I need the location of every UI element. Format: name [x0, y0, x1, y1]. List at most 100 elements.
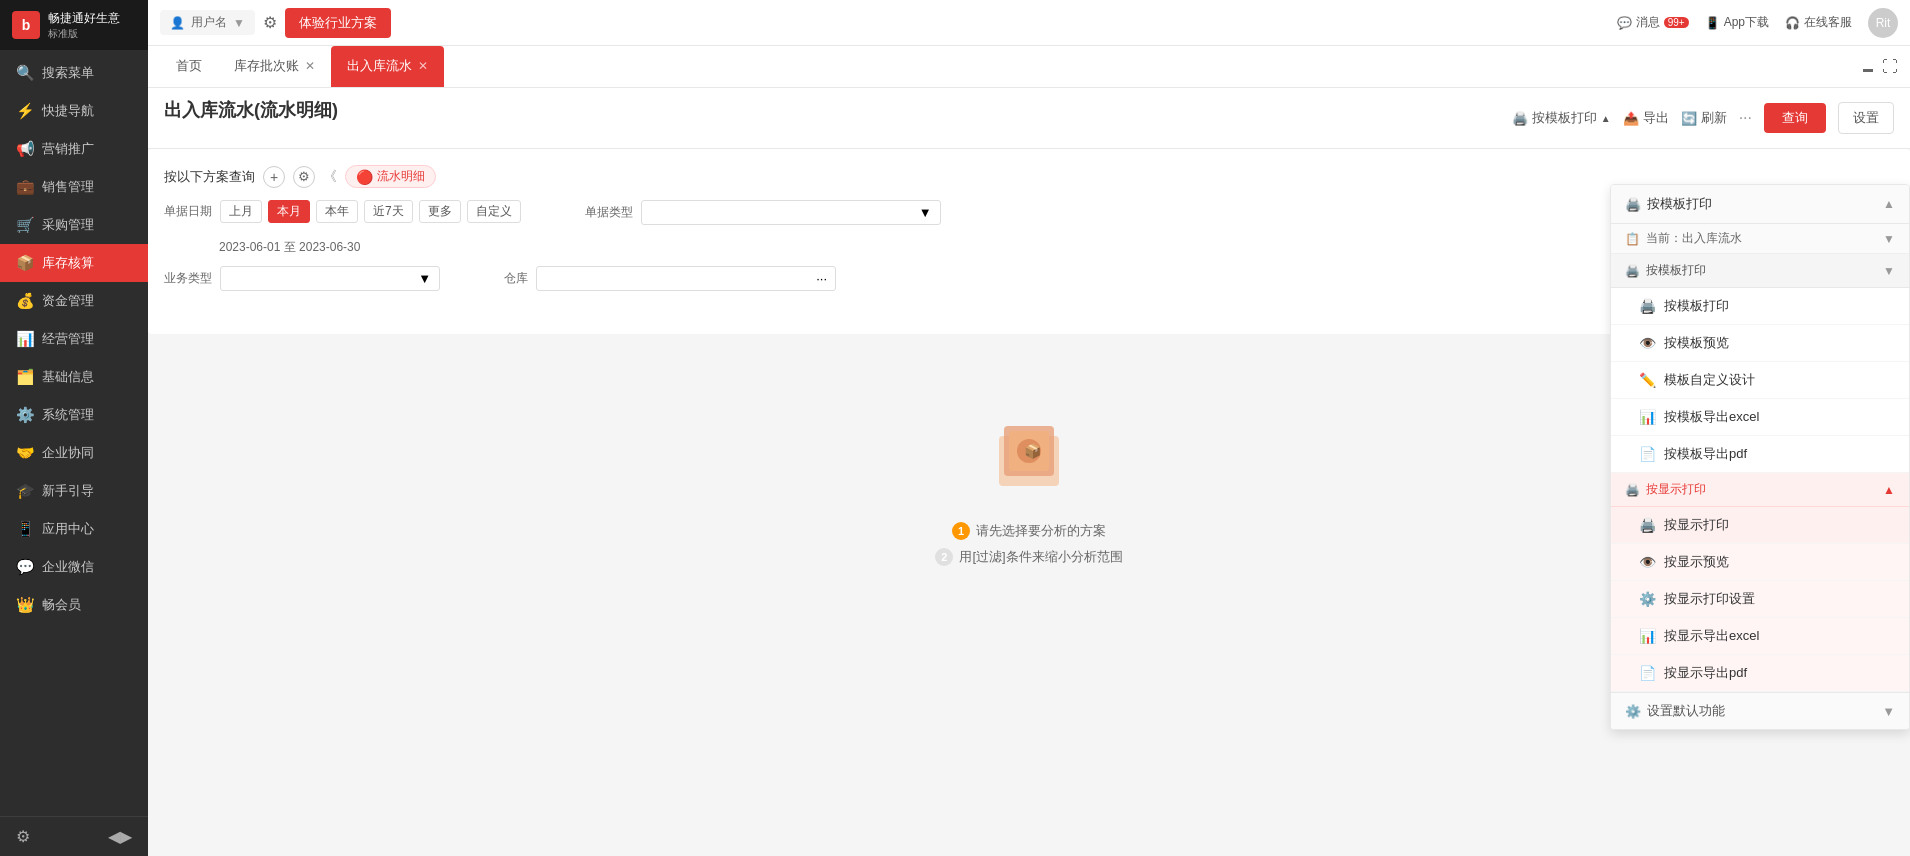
tab-home[interactable]: 首页 [160, 46, 218, 87]
warehouse-select[interactable]: ··· [536, 266, 836, 291]
type-field-label: 单据类型 [585, 204, 633, 221]
dropdown-template-preview[interactable]: 👁️ 按模板预览 [1611, 325, 1909, 362]
filter-chip-liushuimingxi[interactable]: 🔴 流水明细 [345, 165, 436, 188]
date-btn-custom[interactable]: 自定义 [467, 200, 521, 223]
display-section-label: 按显示打印 [1646, 481, 1706, 498]
tab-flow[interactable]: 出入库流水 ✕ [331, 46, 444, 87]
filter-chip-label: 流水明细 [377, 168, 425, 185]
cart-icon: 🛒 [16, 216, 34, 234]
more-options-icon[interactable]: ··· [1739, 109, 1752, 127]
display-print-item-icon: 🖨️ [1639, 517, 1656, 533]
date-btn-7days[interactable]: 近7天 [364, 200, 413, 223]
sidebar-item-wechat[interactable]: 💬 企业微信 [0, 548, 148, 586]
sidebar-label: 营销推广 [42, 140, 94, 158]
date-btn-this-month[interactable]: 本月 [268, 200, 310, 223]
setup-button[interactable]: 设置 [1838, 102, 1894, 134]
date-btn-last-month[interactable]: 上月 [220, 200, 262, 223]
dropdown-template-pdf[interactable]: 📄 按模板导出pdf [1611, 436, 1909, 473]
sidebar-item-basic[interactable]: 🗂️ 基础信息 [0, 358, 148, 396]
sidebar-item-purchase[interactable]: 🛒 采购管理 [0, 206, 148, 244]
header-actions: 🖨️ 按模板打印 ▲ 📤 导出 🔄 刷新 ··· 查询 设置 [1512, 102, 1894, 134]
date-btn-more[interactable]: 更多 [419, 200, 461, 223]
sidebar-footer: ⚙ ◀▶ [0, 816, 148, 856]
notifications-action[interactable]: 💬 消息 99+ [1617, 14, 1689, 31]
item-label: 按模板打印 [1664, 297, 1729, 315]
display-excel-icon: 📊 [1639, 628, 1656, 644]
export-action[interactable]: 📤 导出 [1623, 109, 1669, 127]
sidebar-label: 资金管理 [42, 292, 94, 310]
tab-close-flow[interactable]: ✕ [418, 59, 428, 73]
sidebar-item-finance[interactable]: 💰 资金管理 [0, 282, 148, 320]
sidebar-nav: 🔍 搜索菜单 ⚡ 快捷导航 📢 营销推广 💼 销售管理 🛒 采购管理 📦 库存核… [0, 50, 148, 816]
tab-close-batch[interactable]: ✕ [305, 59, 315, 73]
sidebar-item-inventory[interactable]: 📦 库存核算 [0, 244, 148, 282]
header-settings-icon[interactable]: ⚙ [263, 13, 277, 32]
sidebar-label: 企业协同 [42, 444, 94, 462]
dropdown-display-excel[interactable]: 📊 按显示导出excel [1611, 618, 1909, 655]
warehouse-more-icon[interactable]: ··· [816, 271, 827, 286]
display-print-section: 🖨️ 按显示打印 ▲ 🖨️ 按显示打印 👁️ 按显示预览 ⚙️ 按显示打印设置 [1611, 473, 1909, 692]
sidebar-item-operations[interactable]: 📊 经营管理 [0, 320, 148, 358]
app-download-action[interactable]: 📱 App下载 [1705, 14, 1769, 31]
sidebar-label: 经营管理 [42, 330, 94, 348]
dropdown-display-pdf[interactable]: 📄 按显示导出pdf [1611, 655, 1909, 692]
display-preview-icon: 👁️ [1639, 554, 1656, 570]
settings-footer-icon[interactable]: ⚙ [16, 827, 30, 846]
dropdown-display-preview[interactable]: 👁️ 按显示预览 [1611, 544, 1909, 581]
sidebar-item-system[interactable]: ⚙️ 系统管理 [0, 396, 148, 434]
page-header-bar: 出入库流水(流水明细) 🖨️ 按模板打印 ▲ 📤 导出 🔄 刷新 ··· 查询 … [148, 88, 1910, 149]
tab-expand-button[interactable]: ⛶ [1882, 58, 1898, 76]
pdf-item-icon: 📄 [1639, 446, 1656, 462]
add-filter-button[interactable]: + [263, 166, 285, 188]
phone-download-icon: 📱 [1705, 16, 1720, 30]
dropdown-display-print[interactable]: 🖨️ 按显示打印 [1611, 507, 1909, 544]
print-template-action[interactable]: 🖨️ 按模板打印 ▲ [1512, 109, 1611, 127]
dropdown-template-print[interactable]: 🖨️ 按模板打印 [1611, 288, 1909, 325]
dropdown-display-print-settings[interactable]: ⚙️ 按显示打印设置 [1611, 581, 1909, 618]
customer-service-action[interactable]: 🎧 在线客服 [1785, 14, 1852, 31]
dropdown-template-excel[interactable]: 📊 按模板导出excel [1611, 399, 1909, 436]
sidebar-label: 系统管理 [42, 406, 94, 424]
current-flow-label: 📋 当前：出入库流水 ▼ [1611, 224, 1909, 254]
print-dropdown-panel: 🖨️ 按模板打印 ▲ 📋 当前：出入库流水 ▼ 🖨️ 按模板打印 [1610, 184, 1910, 730]
query-button[interactable]: 查询 [1764, 103, 1826, 133]
business-select[interactable]: ▼ [220, 266, 440, 291]
print-chevron-up-icon: ▲ [1601, 113, 1611, 124]
dropdown-footer[interactable]: ⚙️ 设置默认功能 ▼ [1611, 692, 1909, 729]
date-btn-this-year[interactable]: 本年 [316, 200, 358, 223]
user-info[interactable]: 👤 用户名 ▼ [160, 10, 255, 35]
dropdown-title: 🖨️ 按模板打印 [1625, 195, 1712, 213]
sidebar-item-shortcut[interactable]: ⚡ 快捷导航 [0, 92, 148, 130]
collapse-sidebar-icon[interactable]: ◀▶ [108, 827, 132, 846]
dropdown-chevron-up-icon[interactable]: ▲ [1883, 197, 1895, 211]
sidebar-item-sales[interactable]: 💼 销售管理 [0, 168, 148, 206]
refresh-action[interactable]: 🔄 刷新 [1681, 109, 1727, 127]
print-template-label: 按模板打印 [1532, 109, 1597, 127]
sidebar-label: 畅会员 [42, 596, 81, 614]
sidebar-item-guide[interactable]: 🎓 新手引导 [0, 472, 148, 510]
inventory-icon: 📦 [16, 254, 34, 272]
tab-minimize-button[interactable]: 🗕 [1860, 58, 1876, 76]
filter-collapse-icon[interactable]: 《 [323, 168, 337, 186]
tab-batch[interactable]: 库存批次账 ✕ [218, 46, 331, 87]
export-label: 导出 [1643, 109, 1669, 127]
sidebar-item-appstore[interactable]: 📱 应用中心 [0, 510, 148, 548]
page-title: 出入库流水(流水明细) [164, 98, 338, 122]
sidebar-item-marketing[interactable]: 📢 营销推广 [0, 130, 148, 168]
main-area: 👤 用户名 ▼ ⚙ 体验行业方案 💬 消息 99+ 📱 App下载 🎧 在线客服… [148, 0, 1910, 856]
sidebar-item-collab[interactable]: 🤝 企业协同 [0, 434, 148, 472]
business-field-label: 业务类型 [164, 270, 212, 287]
type-select[interactable]: ▼ [641, 200, 941, 225]
industry-solution-button[interactable]: 体验行业方案 [285, 8, 391, 38]
step-text-2: 用[过滤]条件来缩小分析范围 [959, 548, 1122, 566]
sidebar-item-search[interactable]: 🔍 搜索菜单 [0, 54, 148, 92]
sidebar: b 畅捷通好生意 标准版 🔍 搜索菜单 ⚡ 快捷导航 📢 营销推广 💼 销售管理… [0, 0, 148, 856]
guide-icon: 🎓 [16, 482, 34, 500]
dropdown-template-customize[interactable]: ✏️ 模板自定义设计 [1611, 362, 1909, 399]
tab-bar-actions: 🗕 ⛶ [1860, 58, 1898, 76]
chat-icon: 💬 [16, 558, 34, 576]
footer-label: 设置默认功能 [1647, 702, 1725, 720]
filter-settings-button[interactable]: ⚙ [293, 166, 315, 188]
sidebar-item-member[interactable]: 👑 畅会员 [0, 586, 148, 624]
avatar[interactable]: Rit [1868, 8, 1898, 38]
